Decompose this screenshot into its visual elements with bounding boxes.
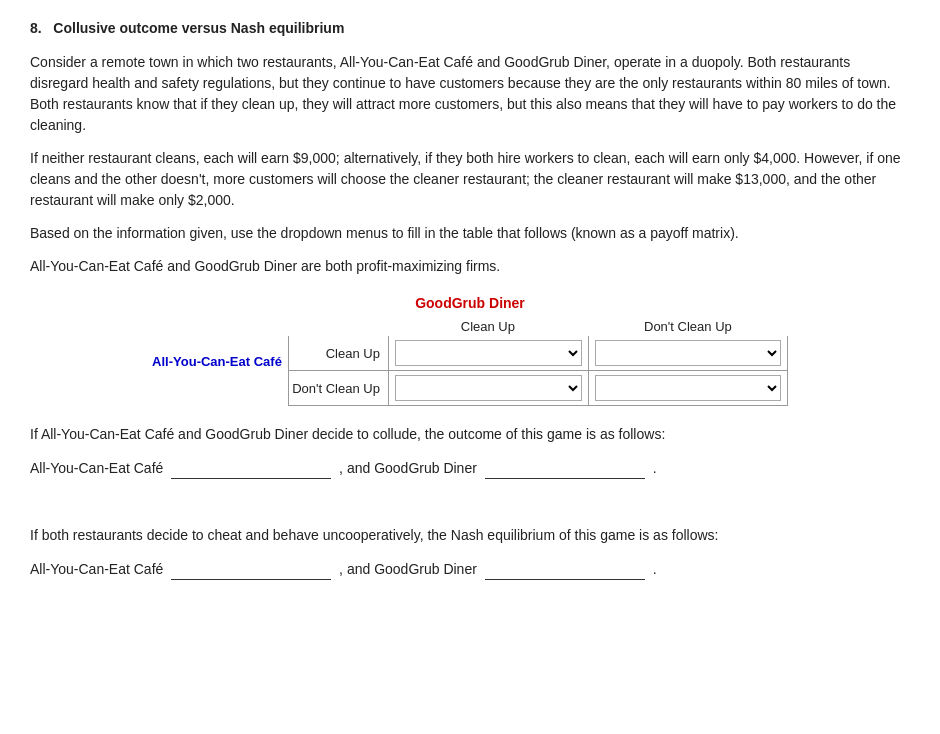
cell-dontcleanup-dontcleanup[interactable]: $2,000 $4,000 $9,000 $13,000	[588, 371, 788, 406]
collusion-connector: , and GoodGrub Diner	[339, 460, 477, 476]
row-label-clean-up: Clean Up	[288, 336, 388, 371]
col-header-clean-up: Clean Up	[388, 317, 588, 336]
col-header-dont-clean-up: Don't Clean Up	[588, 317, 788, 336]
dropdown-cleanup-dontcleanup[interactable]: $2,000 $4,000 $9,000 $13,000	[595, 340, 781, 366]
nash-cafe-label: All-You-Can-Eat Café	[30, 561, 163, 577]
cell-cleanup-dontcleanup[interactable]: $2,000 $4,000 $9,000 $13,000	[588, 336, 788, 371]
collusion-goodgrub-blank	[485, 457, 645, 479]
row-label-dont-clean-up: Don't Clean Up	[288, 371, 388, 406]
matrix-wrapper: All-You-Can-Eat Café Clean Up Don't Clea…	[152, 317, 788, 406]
collusion-cafe-label: All-You-Can-Eat Café	[30, 460, 163, 476]
collusion-intro: If All-You-Can-Eat Café and GoodGrub Din…	[30, 424, 910, 445]
cell-cleanup-cleanup[interactable]: $2,000 $4,000 $9,000 $13,000	[388, 336, 588, 371]
dropdown-dontcleanup-cleanup[interactable]: $2,000 $4,000 $9,000 $13,000	[395, 375, 582, 401]
nash-fill: All-You-Can-Eat Café , and GoodGrub Dine…	[30, 558, 910, 580]
payoff-matrix-container: GoodGrub Diner All-You-Can-Eat Café Clea…	[30, 295, 910, 406]
collusion-end: .	[653, 460, 657, 476]
nash-cafe-blank	[171, 558, 331, 580]
nash-connector: , and GoodGrub Diner	[339, 561, 477, 577]
col-headers-row: Clean Up Don't Clean Up	[288, 317, 788, 336]
nash-section: If both restaurants decide to cheat and …	[30, 525, 910, 580]
paragraph-3: Based on the information given, use the …	[30, 223, 910, 244]
matrix-row-dont-clean-up: Don't Clean Up $2,000 $4,000 $9,000 $13,…	[288, 371, 788, 406]
dropdown-dontcleanup-dontcleanup[interactable]: $2,000 $4,000 $9,000 $13,000	[595, 375, 781, 401]
cell-dontcleanup-cleanup[interactable]: $2,000 $4,000 $9,000 $13,000	[388, 371, 588, 406]
matrix-table: Clean Up Don't Clean Up Clean Up $2,000 …	[288, 317, 788, 406]
goodgrub-diner-label: GoodGrub Diner	[415, 295, 525, 311]
collusion-fill: All-You-Can-Eat Café , and GoodGrub Dine…	[30, 457, 910, 479]
nash-intro: If both restaurants decide to cheat and …	[30, 525, 910, 546]
question-number: 8. Collusive outcome versus Nash equilib…	[30, 20, 344, 36]
paragraph-4: All-You-Can-Eat Café and GoodGrub Diner …	[30, 256, 910, 277]
paragraph-1: Consider a remote town in which two rest…	[30, 52, 910, 136]
matrix-row-clean-up: Clean Up $2,000 $4,000 $9,000 $13,000 $2…	[288, 336, 788, 371]
question-header: 8. Collusive outcome versus Nash equilib…	[30, 20, 910, 36]
nash-goodgrub-blank	[485, 558, 645, 580]
dropdown-cleanup-cleanup[interactable]: $2,000 $4,000 $9,000 $13,000	[395, 340, 582, 366]
collusion-cafe-blank	[171, 457, 331, 479]
allycafe-label: All-You-Can-Eat Café	[152, 354, 282, 369]
collusion-section: If All-You-Can-Eat Café and GoodGrub Din…	[30, 424, 910, 479]
nash-end: .	[653, 561, 657, 577]
paragraph-2: If neither restaurant cleans, each will …	[30, 148, 910, 211]
